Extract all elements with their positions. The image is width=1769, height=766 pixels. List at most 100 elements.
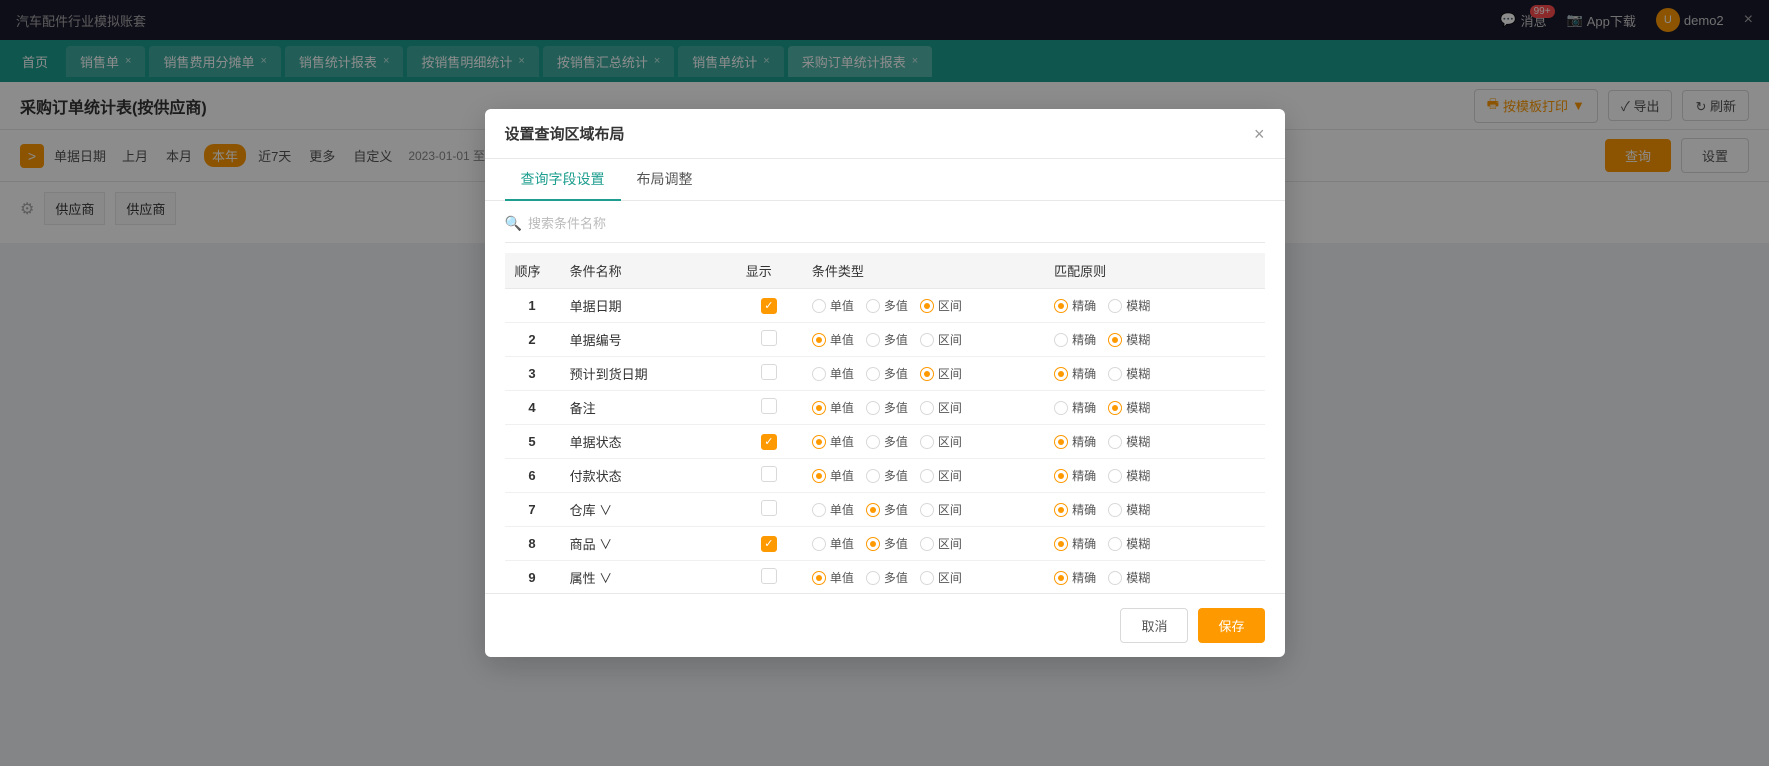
type-group-6: 单值多值区间 [812,501,1034,518]
show-checkbox-1[interactable] [761,330,777,346]
row-show-1[interactable] [736,323,802,357]
type-radio-单值-0[interactable]: 单值 [812,297,854,314]
match-radio-精确-5[interactable]: 精确 [1054,467,1096,484]
match-radio-精确-2[interactable]: 精确 [1054,365,1096,382]
type-radio-单值-4[interactable]: 单值 [812,433,854,450]
row-type-0: 单值 多值 区间 [802,289,1044,323]
row-show-5[interactable] [736,459,802,493]
match-radio-模糊-1[interactable]: 模糊 [1108,331,1150,348]
match-radio-模糊-2[interactable]: 模糊 [1108,365,1150,382]
type-radio-区间-5[interactable]: 区间 [920,467,962,484]
type-radio-单值-6[interactable]: 单值 [812,501,854,518]
match-group-4: 精确模糊 [1054,433,1254,450]
radio-circle-4 [812,435,826,449]
show-checkbox-3[interactable] [761,398,777,414]
type-radio-多值-0[interactable]: 多值 [866,297,908,314]
row-show-6[interactable] [736,493,802,527]
match-label-5: 模糊 [1126,467,1150,484]
tab-layout-adjust[interactable]: 布局调整 [621,159,709,201]
modal-close-button[interactable]: × [1254,125,1265,143]
show-checkbox-4[interactable] [761,434,777,450]
radio-label-2: 多值 [884,365,908,382]
type-radio-单值-8[interactable]: 单值 [812,569,854,586]
match-radio-模糊-4[interactable]: 模糊 [1108,433,1150,450]
type-radio-多值-8[interactable]: 多值 [866,569,908,586]
radio-circle-5 [812,469,826,483]
match-label-4: 精确 [1072,433,1096,450]
type-radio-多值-2[interactable]: 多值 [866,365,908,382]
modal-tabs: 查询字段设置 布局调整 [485,159,1285,201]
radio-label-0: 区间 [938,297,962,314]
radio-label-3: 单值 [830,399,854,416]
match-radio-精确-4[interactable]: 精确 [1054,433,1096,450]
search-bar: 🔍 [505,215,1265,243]
type-radio-区间-2[interactable]: 区间 [920,365,962,382]
type-radio-区间-1[interactable]: 区间 [920,331,962,348]
type-radio-单值-1[interactable]: 单值 [812,331,854,348]
show-checkbox-6[interactable] [761,500,777,516]
tab-field-settings[interactable]: 查询字段设置 [505,159,621,201]
type-radio-多值-5[interactable]: 多值 [866,467,908,484]
type-radio-多值-4[interactable]: 多值 [866,433,908,450]
search-input[interactable] [528,216,728,231]
row-name-5: 付款状态 [560,459,736,493]
show-checkbox-5[interactable] [761,466,777,482]
row-show-7[interactable] [736,527,802,561]
radio-label-0: 多值 [884,297,908,314]
match-radio-精确-7[interactable]: 精确 [1054,535,1096,552]
match-radio-模糊-8[interactable]: 模糊 [1108,569,1150,586]
match-radio-模糊-5[interactable]: 模糊 [1108,467,1150,484]
match-radio-模糊-7[interactable]: 模糊 [1108,535,1150,552]
radio-circle-3 [920,401,934,415]
save-button[interactable]: 保存 [1198,608,1264,643]
config-table: 顺序 条件名称 显示 条件类型 匹配原则 1单据日期单值多值区间精确模糊2单据编… [505,253,1265,593]
type-radio-区间-4[interactable]: 区间 [920,433,962,450]
type-radio-区间-3[interactable]: 区间 [920,399,962,416]
table-row: 5单据状态单值多值区间精确模糊 [505,425,1265,459]
show-checkbox-0[interactable] [761,298,777,314]
radio-circle-5 [920,469,934,483]
type-group-4: 单值多值区间 [812,433,1034,450]
type-radio-多值-1[interactable]: 多值 [866,331,908,348]
match-radio-精确-0[interactable]: 精确 [1054,297,1096,314]
type-radio-单值-3[interactable]: 单值 [812,399,854,416]
match-radio-模糊-3[interactable]: 模糊 [1108,399,1150,416]
radio-label-4: 单值 [830,433,854,450]
type-radio-多值-7[interactable]: 多值 [866,535,908,552]
type-radio-区间-7[interactable]: 区间 [920,535,962,552]
type-radio-单值-2[interactable]: 单值 [812,365,854,382]
cancel-button[interactable]: 取消 [1120,608,1188,643]
row-show-8[interactable] [736,561,802,594]
match-radio-模糊-0[interactable]: 模糊 [1108,297,1150,314]
match-group-2: 精确模糊 [1054,365,1254,382]
type-radio-多值-3[interactable]: 多值 [866,399,908,416]
row-name-4: 单据状态 [560,425,736,459]
match-radio-精确-8[interactable]: 精确 [1054,569,1096,586]
show-checkbox-2[interactable] [761,364,777,380]
row-show-4[interactable] [736,425,802,459]
type-radio-区间-6[interactable]: 区间 [920,501,962,518]
match-radio-精确-1[interactable]: 精确 [1054,331,1096,348]
row-show-2[interactable] [736,357,802,391]
row-type-4: 单值多值区间 [802,425,1044,459]
type-radio-区间-0[interactable]: 区间 [920,297,962,314]
match-radio-模糊-6[interactable]: 模糊 [1108,501,1150,518]
type-radio-单值-5[interactable]: 单值 [812,467,854,484]
row-name-2: 预计到货日期 [560,357,736,391]
row-type-8: 单值多值区间 [802,561,1044,594]
type-radio-单值-7[interactable]: 单值 [812,535,854,552]
match-radio-精确-6[interactable]: 精确 [1054,501,1096,518]
radio-label-7: 单值 [830,535,854,552]
radio-label-5: 区间 [938,467,962,484]
row-name-1: 单据编号 [560,323,736,357]
type-radio-区间-8[interactable]: 区间 [920,569,962,586]
search-icon: 🔍 [505,215,522,232]
radio-circle-7 [920,537,934,551]
match-radio-精确-3[interactable]: 精确 [1054,399,1096,416]
radio-circle-7 [812,537,826,551]
row-show-0[interactable] [736,289,802,323]
type-radio-多值-6[interactable]: 多值 [866,501,908,518]
show-checkbox-7[interactable] [761,536,777,552]
show-checkbox-8[interactable] [761,568,777,584]
row-show-3[interactable] [736,391,802,425]
